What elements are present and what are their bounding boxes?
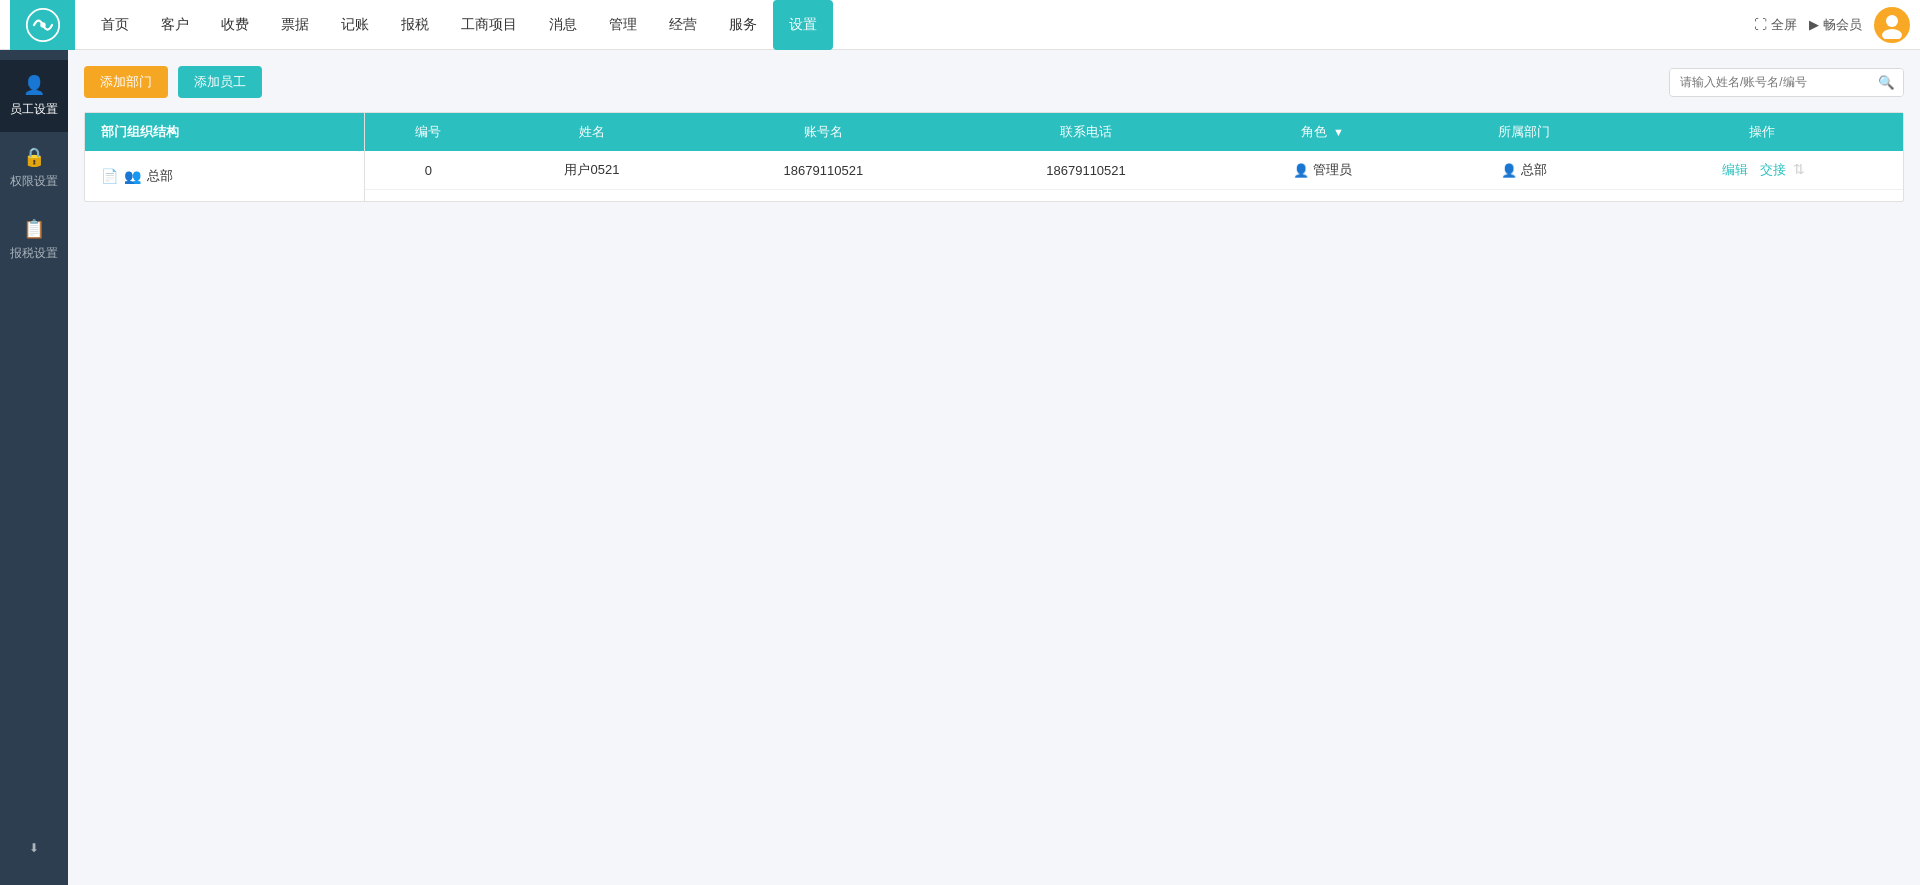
handover-link[interactable]: 交接 (1760, 162, 1786, 177)
sidebar-download-btn[interactable]: ⬇ (0, 827, 68, 869)
role-value: 管理员 (1313, 161, 1352, 179)
cell-name: 用户0521 (492, 151, 692, 190)
main-layout: 👤 员工设置 🔒 权限设置 📋 报税设置 ⬇ 添加部门 添加员工 🔍 (0, 50, 1920, 885)
col-dept: 所属部门 (1428, 113, 1621, 151)
cell-action: 编辑 交接 ⇅ (1621, 151, 1903, 190)
nav-item-home[interactable]: 首页 (85, 0, 145, 50)
table-header-row: 编号 姓名 账号名 联系电话 角色 ▼ 所属部门 操作 (365, 113, 1903, 151)
sidebar-item-employee-label: 员工设置 (10, 101, 58, 118)
employee-icon: 👤 (23, 74, 45, 96)
svg-point-1 (40, 22, 45, 27)
sidebar-bottom: ⬇ (0, 827, 68, 885)
employee-table: 编号 姓名 账号名 联系电话 角色 ▼ 所属部门 操作 (365, 113, 1903, 190)
nav-item-client[interactable]: 客户 (145, 0, 205, 50)
nav-right: ⛶ 全屏 ▶ 畅会员 (1754, 7, 1910, 43)
nav-item-settings[interactable]: 设置 (773, 0, 833, 50)
role-filter-icon[interactable]: ▼ (1333, 126, 1344, 138)
sidebar-item-permission-label: 权限设置 (10, 173, 58, 190)
sidebar-item-permission[interactable]: 🔒 权限设置 (0, 132, 68, 204)
nav-item-bizproject[interactable]: 工商项目 (445, 0, 533, 50)
permission-icon: 🔒 (23, 146, 45, 168)
top-nav: 首页 客户 收费 票据 记账 报税 工商项目 消息 管理 经营 服务 设置 ⛶ … (0, 0, 1920, 50)
nav-item-manage[interactable]: 管理 (593, 0, 653, 50)
cell-id: 0 (365, 151, 492, 190)
add-staff-button[interactable]: 添加员工 (178, 66, 262, 98)
nav-item-bills[interactable]: 票据 (265, 0, 325, 50)
svg-point-3 (1882, 29, 1902, 39)
sidebar-item-tax-label: 报税设置 (10, 245, 58, 262)
table-row: 0 用户0521 18679110521 18679110521 👤 管理员 👤… (365, 151, 1903, 190)
download-icon: ⬇ (29, 841, 39, 855)
cell-phone: 18679110521 (955, 151, 1218, 190)
role-user-icon: 👤 (1293, 163, 1309, 178)
nav-item-message[interactable]: 消息 (533, 0, 593, 50)
nav-item-service[interactable]: 服务 (713, 0, 773, 50)
tax-settings-icon: 📋 (23, 218, 45, 240)
col-role: 角色 ▼ (1217, 113, 1428, 151)
search-icon: 🔍 (1878, 75, 1895, 90)
content-area: 添加部门 添加员工 🔍 部门组织结构 📄 👥 总部 (68, 50, 1920, 885)
vip-icon: ▶ (1809, 17, 1819, 32)
app-logo (10, 0, 75, 50)
nav-item-tax[interactable]: 报税 (385, 0, 445, 50)
dept-tree: 📄 👥 总部 (85, 151, 364, 201)
dept-user-icon: 👤 (1501, 163, 1517, 178)
cell-account: 18679110521 (692, 151, 955, 190)
nav-item-operation[interactable]: 经营 (653, 0, 713, 50)
nav-item-fees[interactable]: 收费 (205, 0, 265, 50)
vip-btn[interactable]: ▶ 畅会员 (1809, 16, 1862, 34)
fullscreen-label: 全屏 (1771, 16, 1797, 34)
dept-user-icon: 👥 (124, 168, 141, 184)
dept-panel-header: 部门组织结构 (85, 113, 364, 151)
edit-link[interactable]: 编辑 (1722, 162, 1748, 177)
dept-panel: 部门组织结构 📄 👥 总部 (85, 113, 365, 201)
search-input[interactable] (1670, 69, 1870, 95)
col-name: 姓名 (492, 113, 692, 151)
col-account: 账号名 (692, 113, 955, 151)
nav-item-accounting[interactable]: 记账 (325, 0, 385, 50)
col-id: 编号 (365, 113, 492, 151)
add-dept-button[interactable]: 添加部门 (84, 66, 168, 98)
sidebar-item-tax-settings[interactable]: 📋 报税设置 (0, 204, 68, 276)
dept-value: 总部 (1521, 161, 1547, 179)
table-body: 0 用户0521 18679110521 18679110521 👤 管理员 👤… (365, 151, 1903, 190)
panel-layout: 部门组织结构 📄 👥 总部 编号 姓名 账号名 (84, 112, 1904, 202)
dept-tree-item-label: 总部 (147, 167, 173, 185)
dept-file-icon: 📄 (101, 168, 118, 184)
col-action: 操作 (1621, 113, 1903, 151)
cell-dept: 👤 总部 (1428, 151, 1621, 190)
cell-role: 👤 管理员 (1217, 151, 1428, 190)
nav-items: 首页 客户 收费 票据 记账 报税 工商项目 消息 管理 经营 服务 设置 (85, 0, 1754, 50)
fullscreen-icon: ⛶ (1754, 17, 1767, 32)
toolbar: 添加部门 添加员工 🔍 (84, 66, 1904, 98)
fullscreen-btn[interactable]: ⛶ 全屏 (1754, 16, 1797, 34)
user-avatar[interactable] (1874, 7, 1910, 43)
search-button[interactable]: 🔍 (1870, 69, 1903, 96)
col-phone: 联系电话 (955, 113, 1218, 151)
table-panel: 编号 姓名 账号名 联系电话 角色 ▼ 所属部门 操作 (365, 113, 1903, 201)
sidebar-item-employee[interactable]: 👤 员工设置 (0, 60, 68, 132)
svg-point-2 (1886, 15, 1898, 27)
search-box: 🔍 (1669, 68, 1904, 97)
dept-tree-item-general[interactable]: 📄 👥 总部 (97, 161, 352, 191)
row-scroll-arrows[interactable]: ⇅ (1793, 161, 1805, 177)
vip-label: 畅会员 (1823, 16, 1862, 34)
sidebar: 👤 员工设置 🔒 权限设置 📋 报税设置 ⬇ (0, 50, 68, 885)
